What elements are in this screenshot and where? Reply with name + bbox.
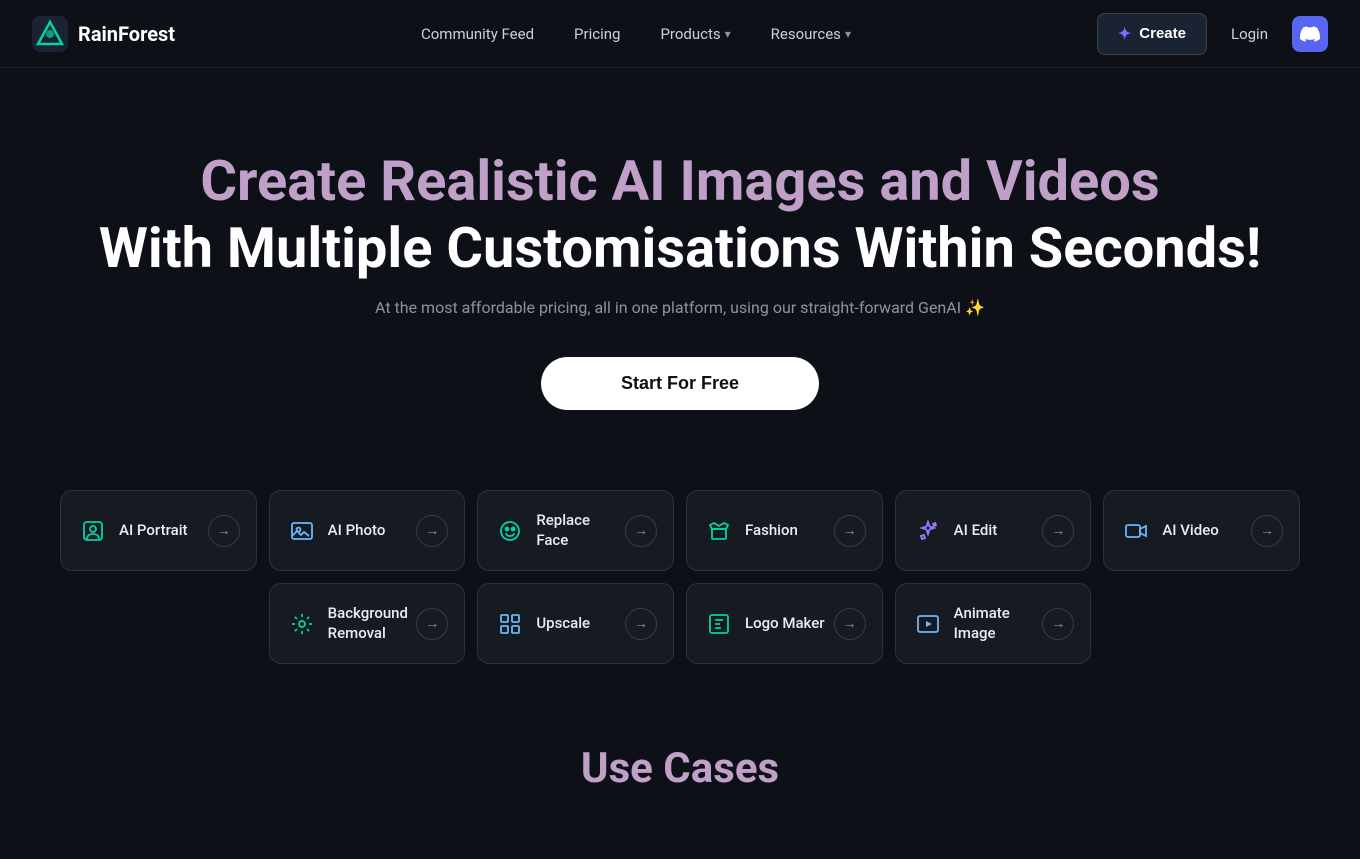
animate-image-icon xyxy=(912,608,944,640)
card-background-removal-label: Background Removal xyxy=(328,604,417,643)
nav-resources[interactable]: Resources ▾ xyxy=(755,17,867,51)
card-animate-image-label: Animate Image xyxy=(954,604,1043,643)
create-button[interactable]: ✦ Create xyxy=(1097,13,1207,55)
nav-community-feed[interactable]: Community Feed xyxy=(405,17,550,51)
login-button[interactable]: Login xyxy=(1219,17,1280,51)
hero-title-line1: Create Realistic AI Images and Videos xyxy=(200,148,1159,214)
logo-text: RainForest xyxy=(78,22,175,46)
cards-grid: AI Portrait → AI Photo → xyxy=(60,490,1300,664)
upscale-icon xyxy=(494,608,526,640)
hero-section: Create Realistic AI Images and Videos Wi… xyxy=(0,68,1360,470)
card-upscale-label: Upscale xyxy=(536,614,590,634)
card-upscale[interactable]: Upscale → xyxy=(477,583,674,664)
card-ai-video[interactable]: AI Video → xyxy=(1103,490,1300,571)
card-background-removal-arrow[interactable]: → xyxy=(416,608,448,640)
card-logo-maker-label: Logo Maker xyxy=(745,614,825,634)
card-fashion[interactable]: Fashion → xyxy=(686,490,883,571)
background-removal-icon xyxy=(286,608,318,640)
ai-edit-icon xyxy=(912,515,944,547)
card-ai-portrait-label: AI Portrait xyxy=(119,521,188,541)
card-ai-portrait[interactable]: AI Portrait → xyxy=(60,490,257,571)
card-logo-maker-arrow[interactable]: → xyxy=(834,608,866,640)
card-ai-edit-arrow[interactable]: → xyxy=(1042,515,1074,547)
nav-right: ✦ Create Login xyxy=(1097,13,1328,55)
use-cases-section: Use Cases xyxy=(0,704,1360,813)
nav-pricing[interactable]: Pricing xyxy=(558,17,636,51)
card-fashion-label: Fashion xyxy=(745,521,798,541)
ai-portrait-icon xyxy=(77,515,109,547)
start-for-free-button[interactable]: Start For Free xyxy=(541,357,819,410)
card-ai-edit-label: AI Edit xyxy=(954,521,998,541)
create-star-icon: ✦ xyxy=(1118,24,1131,44)
card-fashion-arrow[interactable]: → xyxy=(834,515,866,547)
cards-section: AI Portrait → AI Photo → xyxy=(0,470,1360,704)
discord-button[interactable] xyxy=(1292,16,1328,52)
card-ai-photo-label: AI Photo xyxy=(328,521,386,541)
card-upscale-arrow[interactable]: → xyxy=(625,608,657,640)
hero-title: Create Realistic AI Images and Videos Wi… xyxy=(32,148,1328,282)
use-cases-title: Use Cases xyxy=(32,744,1328,793)
ai-video-icon xyxy=(1120,515,1152,547)
card-replace-face-label: Replace Face xyxy=(536,511,625,550)
logo[interactable]: RainForest xyxy=(32,16,175,52)
replace-face-icon xyxy=(494,515,526,547)
card-ai-portrait-arrow[interactable]: → xyxy=(208,515,240,547)
card-logo-maker[interactable]: Logo Maker → xyxy=(686,583,883,664)
card-ai-edit[interactable]: AI Edit → xyxy=(895,490,1092,571)
resources-chevron-icon: ▾ xyxy=(845,27,851,41)
card-ai-video-label: AI Video xyxy=(1162,521,1218,541)
discord-icon xyxy=(1300,24,1320,44)
nav-products[interactable]: Products ▾ xyxy=(644,17,746,51)
card-ai-photo-arrow[interactable]: → xyxy=(416,515,448,547)
nav-links: Community Feed Pricing Products ▾ Resour… xyxy=(405,17,867,51)
navbar: RainForest Community Feed Pricing Produc… xyxy=(0,0,1360,68)
hero-subtitle: At the most affordable pricing, all in o… xyxy=(32,298,1328,317)
ai-photo-icon xyxy=(286,515,318,547)
card-animate-image[interactable]: Animate Image → xyxy=(895,583,1092,664)
card-background-removal[interactable]: Background Removal → xyxy=(269,583,466,664)
hero-title-line2: With Multiple Customisations Within Seco… xyxy=(99,215,1261,281)
logo-maker-icon xyxy=(703,608,735,640)
products-chevron-icon: ▾ xyxy=(725,27,731,41)
logo-icon xyxy=(32,16,68,52)
card-ai-video-arrow[interactable]: → xyxy=(1251,515,1283,547)
fashion-icon xyxy=(703,515,735,547)
card-replace-face-arrow[interactable]: → xyxy=(625,515,657,547)
card-replace-face[interactable]: Replace Face → xyxy=(477,490,674,571)
card-animate-image-arrow[interactable]: → xyxy=(1042,608,1074,640)
card-ai-photo[interactable]: AI Photo → xyxy=(269,490,466,571)
